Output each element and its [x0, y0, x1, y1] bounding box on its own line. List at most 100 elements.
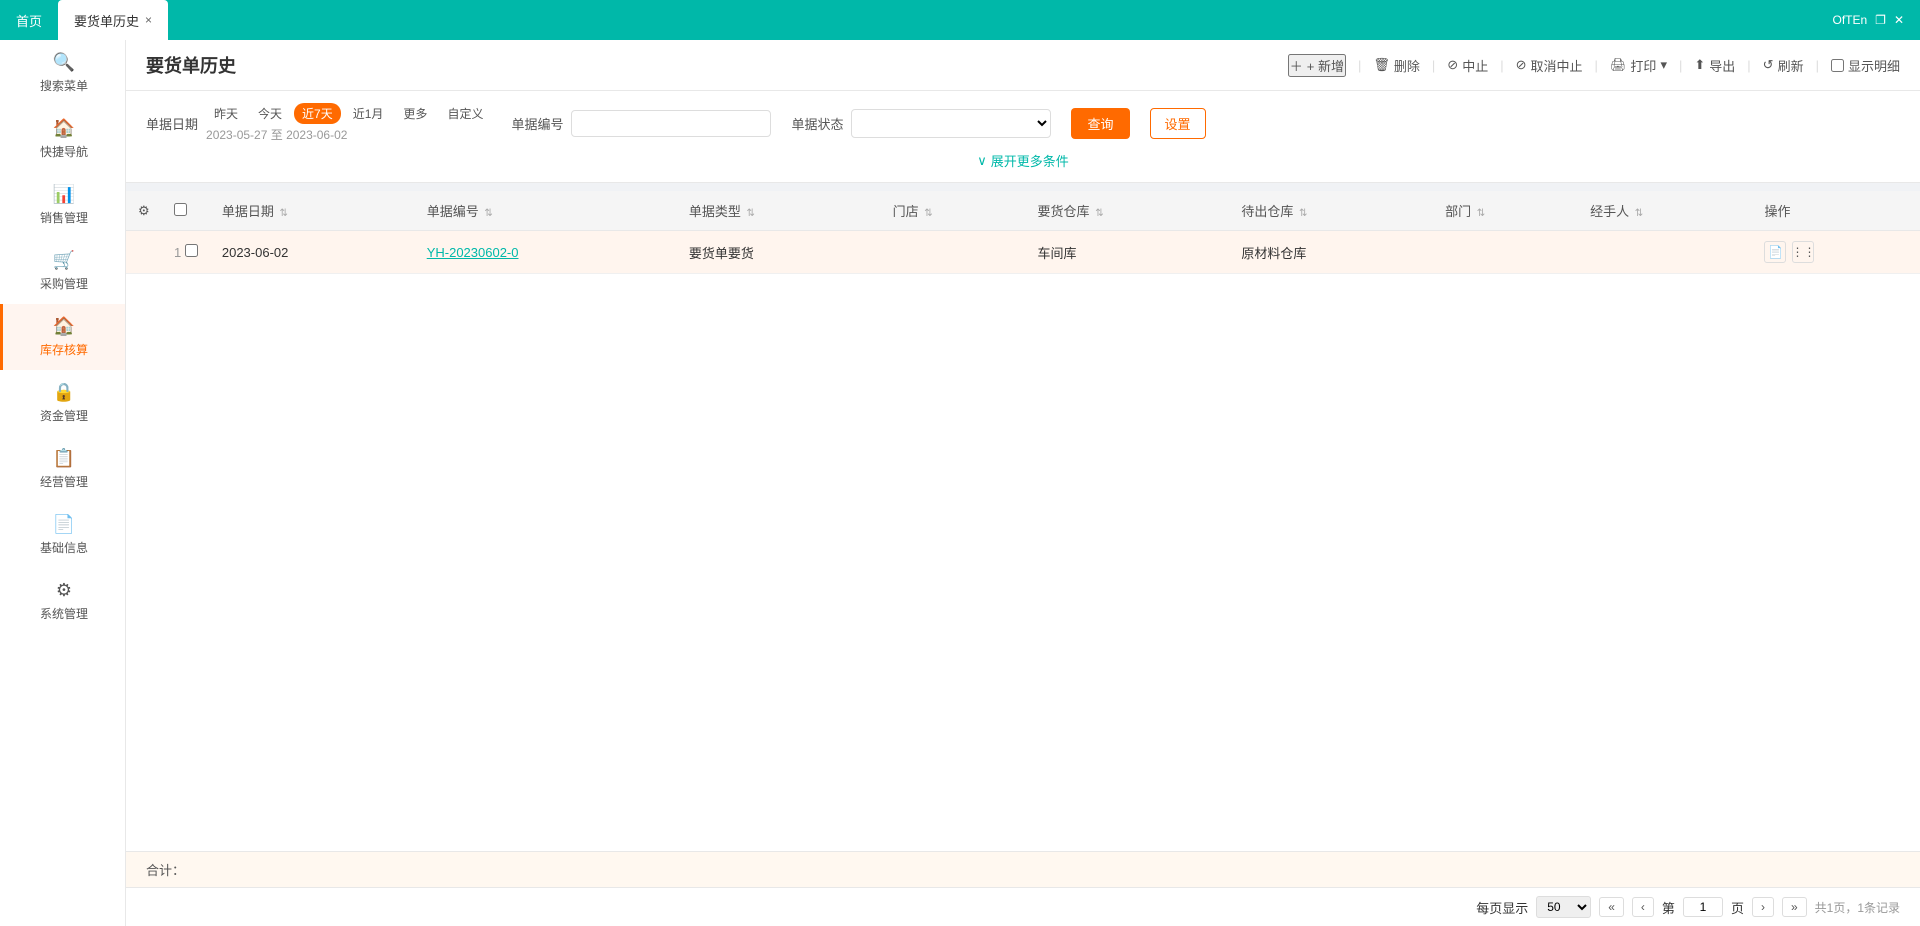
col-action: 操作 [1752, 191, 1920, 231]
more-action-btn[interactable]: ⋮⋮ [1792, 241, 1814, 263]
stop-icon: ⊘ [1447, 57, 1458, 73]
select-all-checkbox[interactable] [174, 203, 187, 216]
export-button[interactable]: ⬆ 导出 [1694, 56, 1735, 75]
sidebar: 🔍 搜索菜单 🏠 快捷导航 📊 销售管理 🛒 采购管理 🏠 库存核算 🔒 资金管… [0, 40, 126, 926]
tab-home[interactable]: 首页 [0, 0, 58, 40]
restore-btn[interactable]: ❐ [1875, 13, 1886, 27]
date-btns: 昨天 今天 近7天 近1月 更多 自定义 [206, 103, 491, 124]
new-button[interactable]: ＋ + 新增 [1288, 54, 1346, 77]
page-size-label: 每页显示 [1476, 898, 1528, 917]
page-input[interactable] [1683, 897, 1723, 917]
col-pending-warehouse[interactable]: 待出仓库 ⇅ [1229, 191, 1433, 231]
basic-info-icon: 📄 [53, 514, 75, 535]
query-button[interactable]: 查询 [1071, 108, 1129, 139]
col-checkbox [162, 191, 210, 231]
close-btn[interactable]: ✕ [1894, 13, 1904, 27]
col-handler[interactable]: 经手人 ⇅ [1578, 191, 1752, 231]
toolbar: ＋ + 新增 | 🗑 删除 | ⊘ 中止 | ⊘ 取消中止 | [1288, 54, 1900, 77]
status-label: 单据状态 [791, 114, 843, 133]
brand-label: OfTEn [1832, 13, 1867, 27]
first-page-btn[interactable]: « [1599, 897, 1624, 917]
last-page-btn[interactable]: » [1782, 897, 1807, 917]
settings-button[interactable]: 设置 [1150, 108, 1206, 139]
export-label: 导出 [1709, 56, 1735, 75]
doc-no-label: 单据编号 [511, 114, 563, 133]
sidebar-item-label-system: 系统管理 [40, 605, 88, 622]
col-req-warehouse[interactable]: 要货仓库 ⇅ [1026, 191, 1230, 231]
sidebar-item-purchase-mgmt[interactable]: 🛒 采购管理 [0, 238, 125, 304]
sidebar-item-quick-nav[interactable]: 🏠 快捷导航 [0, 106, 125, 172]
stop-button[interactable]: ⊘ 中止 [1447, 56, 1488, 75]
date-btn-1month[interactable]: 近1月 [345, 103, 392, 124]
delete-button[interactable]: 🗑 删除 [1373, 56, 1420, 75]
col-settings: ⚙ [126, 191, 162, 231]
sidebar-item-search-menu[interactable]: 🔍 搜索菜单 [0, 40, 125, 106]
cell-dept [1433, 231, 1578, 274]
expand-more-btn[interactable]: ∨ 展开更多条件 [146, 151, 1900, 170]
page-header: 要货单历史 ＋ + 新增 | 🗑 删除 | ⊘ 中止 | ⊘ [126, 40, 1920, 91]
date-btn-7days[interactable]: 近7天 [294, 103, 341, 124]
inventory-icon: 🏠 [53, 316, 75, 337]
cell-doc-type: 要货单要货 [677, 231, 881, 274]
row-checkbox[interactable] [185, 244, 198, 257]
table-area: ⚙ 单据日期 ⇅ 单据编号 ⇅ 单据类型 [126, 191, 1920, 851]
col-dept[interactable]: 部门 ⇅ [1433, 191, 1578, 231]
sidebar-item-label-search: 搜索菜单 [40, 77, 88, 94]
tab-requisition-label: 要货单历史 [74, 11, 139, 30]
content-area: 要货单历史 ＋ + 新增 | 🗑 删除 | ⊘ 中止 | ⊘ [126, 40, 1920, 926]
col-doc-date[interactable]: 单据日期 ⇅ [210, 191, 415, 231]
sidebar-item-operation-mgmt[interactable]: 📋 经营管理 [0, 436, 125, 502]
date-filter-col: 昨天 今天 近7天 近1月 更多 自定义 2023-05-27 至 2023-0… [206, 103, 491, 143]
date-btn-today[interactable]: 今天 [250, 103, 290, 124]
view-action-btn[interactable]: 📄 [1764, 241, 1786, 263]
sidebar-item-label-inventory: 库存核算 [40, 341, 88, 358]
refresh-label: 刷新 [1778, 56, 1804, 75]
date-btn-more[interactable]: 更多 [395, 103, 435, 124]
top-bar-right: OfTEn ❐ ✕ [1832, 13, 1920, 27]
sidebar-item-label-quick: 快捷导航 [40, 143, 88, 160]
date-btn-custom[interactable]: 自定义 [439, 103, 491, 124]
purchase-icon: 🛒 [53, 250, 75, 271]
col-doc-type[interactable]: 单据类型 ⇅ [677, 191, 881, 231]
cell-handler [1578, 231, 1752, 274]
status-select[interactable] [851, 109, 1051, 138]
sidebar-item-label-operation: 经营管理 [40, 473, 88, 490]
col-store[interactable]: 门店 ⇅ [881, 191, 1026, 231]
sidebar-item-inventory[interactable]: 🏠 库存核算 [0, 304, 125, 370]
tab-bar: 首页 要货单历史 × [0, 0, 168, 40]
refresh-icon: ↺ [1763, 57, 1774, 73]
prev-page-btn[interactable]: ‹ [1632, 897, 1654, 917]
page-size-select[interactable]: 20 50 100 [1536, 896, 1591, 918]
sort-icon-handler: ⇅ [1635, 208, 1643, 219]
date-btn-yesterday[interactable]: 昨天 [206, 103, 246, 124]
cell-req-warehouse: 车间库 [1026, 231, 1230, 274]
sidebar-item-system-mgmt[interactable]: ⚙ 系统管理 [0, 568, 125, 634]
sidebar-item-basic-info[interactable]: 📄 基础信息 [0, 502, 125, 568]
table-row: 1 2023-06-02 YH-20230602-0 要货单要货 车间库 原材料… [126, 231, 1920, 274]
sort-icon-doc-type: ⇅ [746, 208, 754, 219]
page-unit: 页 [1731, 898, 1744, 917]
date-filter-group: 单据日期 昨天 今天 近7天 近1月 更多 自定义 2023-05-27 至 2… [146, 103, 491, 143]
chevron-down-icon: ∨ [977, 153, 987, 169]
main-layout: 🔍 搜索菜单 🏠 快捷导航 📊 销售管理 🛒 采购管理 🏠 库存核算 🔒 资金管… [0, 40, 1920, 926]
refresh-button[interactable]: ↺ 刷新 [1763, 56, 1804, 75]
print-button[interactable]: 🖨 打印 ▾ [1610, 56, 1667, 75]
status-filter-group: 单据状态 [791, 109, 1051, 138]
cell-doc-no[interactable]: YH-20230602-0 [415, 231, 677, 274]
row-num: 1 [174, 245, 181, 260]
display-detail-checkbox[interactable]: 显示明细 [1831, 56, 1900, 75]
table-summary: 合计： [126, 851, 1920, 887]
sales-icon: 📊 [53, 184, 75, 205]
filter-area: 单据日期 昨天 今天 近7天 近1月 更多 自定义 2023-05-27 至 2… [126, 91, 1920, 183]
next-page-btn[interactable]: › [1752, 897, 1774, 917]
display-detail-input[interactable] [1831, 59, 1844, 72]
sort-icon-pending-wh: ⇅ [1299, 208, 1307, 219]
sidebar-item-sales-mgmt[interactable]: 📊 销售管理 [0, 172, 125, 238]
tab-close-icon[interactable]: × [145, 13, 152, 27]
sidebar-item-finance-mgmt[interactable]: 🔒 资金管理 [0, 370, 125, 436]
export-icon: ⬆ [1694, 57, 1705, 73]
cancel-stop-button[interactable]: ⊘ 取消中止 [1516, 56, 1583, 75]
col-doc-no[interactable]: 单据编号 ⇅ [415, 191, 677, 231]
tab-requisition-history[interactable]: 要货单历史 × [58, 0, 168, 40]
doc-no-input[interactable] [571, 110, 771, 137]
